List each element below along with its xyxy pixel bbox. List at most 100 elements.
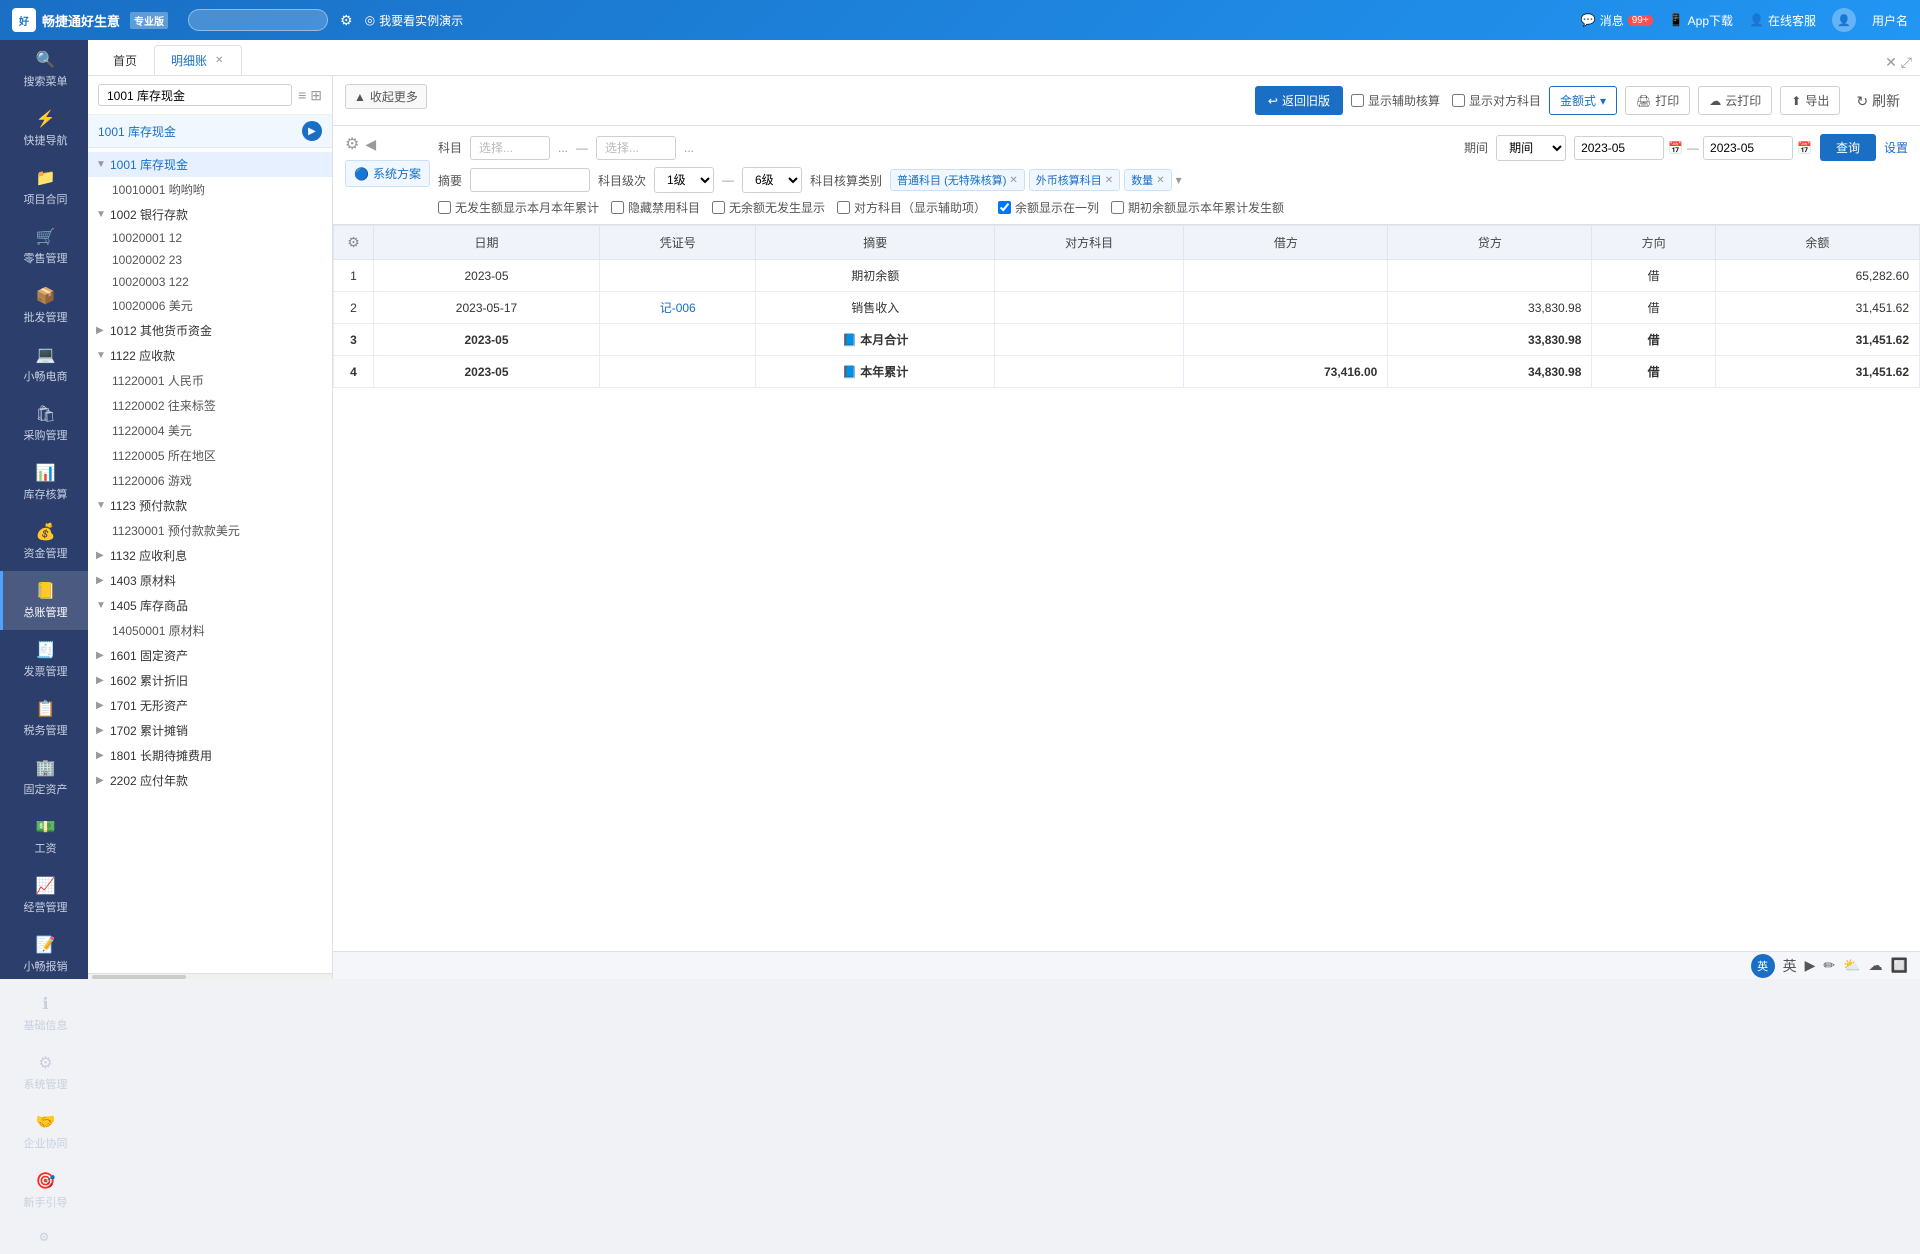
- filter-tag-0[interactable]: 普通科目 (无特殊核算) ✕: [890, 169, 1025, 191]
- tree-item-1405[interactable]: ▼ 1405 库存商品: [88, 593, 332, 618]
- balance-col-input[interactable]: [998, 201, 1011, 214]
- voucher-link[interactable]: 记-006: [660, 301, 696, 315]
- tree-item-1002[interactable]: ▼ 1002 银行存款: [88, 202, 332, 227]
- no-balance-input[interactable]: [438, 201, 451, 214]
- tree-item-1403[interactable]: ▶ 1403 原材料: [88, 568, 332, 593]
- level-from-select[interactable]: 1级: [654, 167, 714, 193]
- sidebar-item-wholesale[interactable]: 📦 批发管理: [0, 276, 88, 335]
- sidebar-item-ecommerce[interactable]: 💻 小畅电商: [0, 335, 88, 394]
- th-settings[interactable]: ⚙: [334, 226, 374, 260]
- filter-settings-icon[interactable]: ⚙: [345, 134, 359, 154]
- show-aux-input[interactable]: [1351, 94, 1364, 107]
- top-search-input[interactable]: [188, 9, 328, 31]
- period-from-input[interactable]: [1574, 136, 1664, 160]
- message-btn[interactable]: 💬 消息 99+: [1581, 12, 1653, 29]
- tree-item-1123[interactable]: ▼ 1123 预付款款: [88, 493, 332, 518]
- tree-item-1001[interactable]: ▼ 1001 库存现金: [88, 152, 332, 177]
- tree-item-11220002[interactable]: 11220002 往来标签: [88, 393, 332, 418]
- tree-item-1601[interactable]: ▶ 1601 固定资产: [88, 643, 332, 668]
- tree-item-11220001[interactable]: 11220001 人民币: [88, 368, 332, 393]
- sidebar-item-payroll[interactable]: 💵 工资: [0, 807, 88, 866]
- tree-scroll-thumb[interactable]: [92, 975, 186, 979]
- print-btn[interactable]: 🖨 打印: [1625, 86, 1690, 115]
- amount-format-dropdown[interactable]: 金额式 ▾: [1549, 86, 1617, 115]
- tab-detail[interactable]: 明细账 ✕: [154, 45, 242, 75]
- sidebar-item-guide[interactable]: 🎯 新手引导: [0, 1161, 88, 1220]
- tree-item-1012[interactable]: ▶ 1012 其他货币资金: [88, 318, 332, 343]
- filter-tag-close-2[interactable]: ✕: [1156, 175, 1164, 186]
- tree-item-11220004[interactable]: 11220004 美元: [88, 418, 332, 443]
- expand-more-btn[interactable]: ▲ 收起更多: [345, 84, 427, 109]
- status-icon-3[interactable]: ✏: [1823, 957, 1835, 974]
- refresh-btn[interactable]: ↻ 刷新: [1848, 86, 1908, 116]
- demo-link[interactable]: ◎ 我要看实例演示: [365, 12, 464, 29]
- export-btn[interactable]: ⬆ 导出: [1780, 86, 1840, 115]
- online-service-btn[interactable]: 👤 在线客服: [1749, 12, 1816, 29]
- tree-item-1701[interactable]: ▶ 1701 无形资产: [88, 693, 332, 718]
- filter-tag-2[interactable]: 数量 ✕: [1124, 169, 1171, 191]
- period-to-input[interactable]: [1703, 136, 1793, 160]
- td-voucher[interactable]: 记-006: [600, 292, 756, 324]
- tree-item-1602[interactable]: ▶ 1602 累计折旧: [88, 668, 332, 693]
- opposite-checkbox[interactable]: 对方科目（显示辅助项）: [837, 199, 986, 216]
- sidebar-item-operations[interactable]: 📈 经营管理: [0, 866, 88, 925]
- no-balance-checkbox[interactable]: 无发生额显示本月本年累计: [438, 199, 599, 216]
- filter-tag-1[interactable]: 外币核算科目 ✕: [1029, 169, 1120, 191]
- tree-item-11230001[interactable]: 11230001 预付款款美元: [88, 518, 332, 543]
- filter-tag-close-0[interactable]: ✕: [1009, 175, 1017, 186]
- tree-item-1122[interactable]: ▼ 1122 应收款: [88, 343, 332, 368]
- settings-icon[interactable]: ⚙: [340, 12, 353, 29]
- sidebar-item-accounting[interactable]: 📒 总账管理: [0, 571, 88, 630]
- close-window-icon[interactable]: ✕: [1885, 54, 1897, 71]
- sidebar-item-report[interactable]: 📝 小畅报销: [0, 925, 88, 984]
- sidebar-item-purchase[interactable]: 🛍 采购管理: [0, 394, 88, 453]
- tree-item-10020003[interactable]: 10020003 122: [88, 271, 332, 293]
- tree-item-1702[interactable]: ▶ 1702 累计摊销: [88, 718, 332, 743]
- tree-item-10020006[interactable]: 10020006 美元: [88, 293, 332, 318]
- tree-item-11220006[interactable]: 11220006 游戏: [88, 468, 332, 493]
- sidebar-item-retail[interactable]: 🛒 零售管理: [0, 217, 88, 276]
- sidebar-item-finance[interactable]: 💰 资金管理: [0, 512, 88, 571]
- tree-view-icon[interactable]: ⊞: [310, 87, 322, 104]
- list-view-icon[interactable]: ≡: [298, 87, 306, 104]
- status-icon-2[interactable]: ▶: [1805, 957, 1816, 974]
- accounts-search-input[interactable]: [98, 84, 292, 106]
- cloud-print-btn[interactable]: ☁ 云打印: [1698, 86, 1772, 115]
- accounts-tree[interactable]: ▼ 1001 库存现金 10010001 哟哟哟 ▼ 1002 银行存款 100…: [88, 148, 332, 973]
- app-download-btn[interactable]: 📱 App下载: [1669, 12, 1733, 29]
- sidebar-settings-btn[interactable]: ⚙: [0, 1220, 88, 1254]
- summary-input[interactable]: [470, 168, 590, 192]
- hide-disabled-checkbox[interactable]: 隐藏禁用科目: [611, 199, 700, 216]
- tab-close-icon[interactable]: ✕: [213, 54, 225, 67]
- sidebar-item-enterprise[interactable]: 🤝 企业协同: [0, 1102, 88, 1161]
- sidebar-item-project[interactable]: 📁 项目合同: [0, 158, 88, 217]
- status-icon-4[interactable]: ⛅: [1843, 957, 1860, 974]
- status-icon-6[interactable]: 🔲: [1891, 957, 1908, 974]
- sidebar-item-invoice[interactable]: 🧾 发票管理: [0, 630, 88, 689]
- status-icon-1[interactable]: 英: [1783, 956, 1797, 976]
- sidebar-item-tax[interactable]: 📋 税务管理: [0, 689, 88, 748]
- level-to-select[interactable]: 6级: [742, 167, 802, 193]
- tree-item-2202[interactable]: ▶ 2202 应付年款: [88, 768, 332, 793]
- tree-item-10020002[interactable]: 10020002 23: [88, 249, 332, 271]
- user-avatar[interactable]: 👤: [1832, 8, 1856, 32]
- opposite-input[interactable]: [837, 201, 850, 214]
- subject-input[interactable]: [470, 136, 550, 160]
- input-method-btn[interactable]: 英: [1751, 954, 1775, 978]
- no-balance2-checkbox[interactable]: 无余额无发生显示: [712, 199, 825, 216]
- sidebar-item-system[interactable]: ⚙ 系统管理: [0, 1043, 88, 1102]
- table-area[interactable]: ⚙ 日期 凭证号 摘要 对方科目 借方 贷方 方向 余额: [333, 225, 1920, 951]
- hide-disabled-input[interactable]: [611, 201, 624, 214]
- sidebar-item-quick[interactable]: ⚡ 快捷导航: [0, 99, 88, 158]
- sidebar-item-assets[interactable]: 🏢 固定资产: [0, 748, 88, 807]
- filter-tag-close-1[interactable]: ✕: [1105, 175, 1113, 186]
- tree-item-10010001[interactable]: 10010001 哟哟哟: [88, 177, 332, 202]
- tree-item-14050001[interactable]: 14050001 原材料: [88, 618, 332, 643]
- scheme-btn[interactable]: 🔵 系统方案: [345, 160, 430, 187]
- show-opposite-checkbox[interactable]: 显示对方科目: [1452, 92, 1541, 109]
- column-settings-icon[interactable]: ⚙: [347, 234, 360, 250]
- settings-link[interactable]: 设置: [1884, 139, 1908, 156]
- sidebar-item-base[interactable]: ℹ 基础信息: [0, 984, 88, 1043]
- sidebar-item-search[interactable]: 🔍 搜索菜单: [0, 40, 88, 99]
- show-aux-checkbox[interactable]: 显示辅助核算: [1351, 92, 1440, 109]
